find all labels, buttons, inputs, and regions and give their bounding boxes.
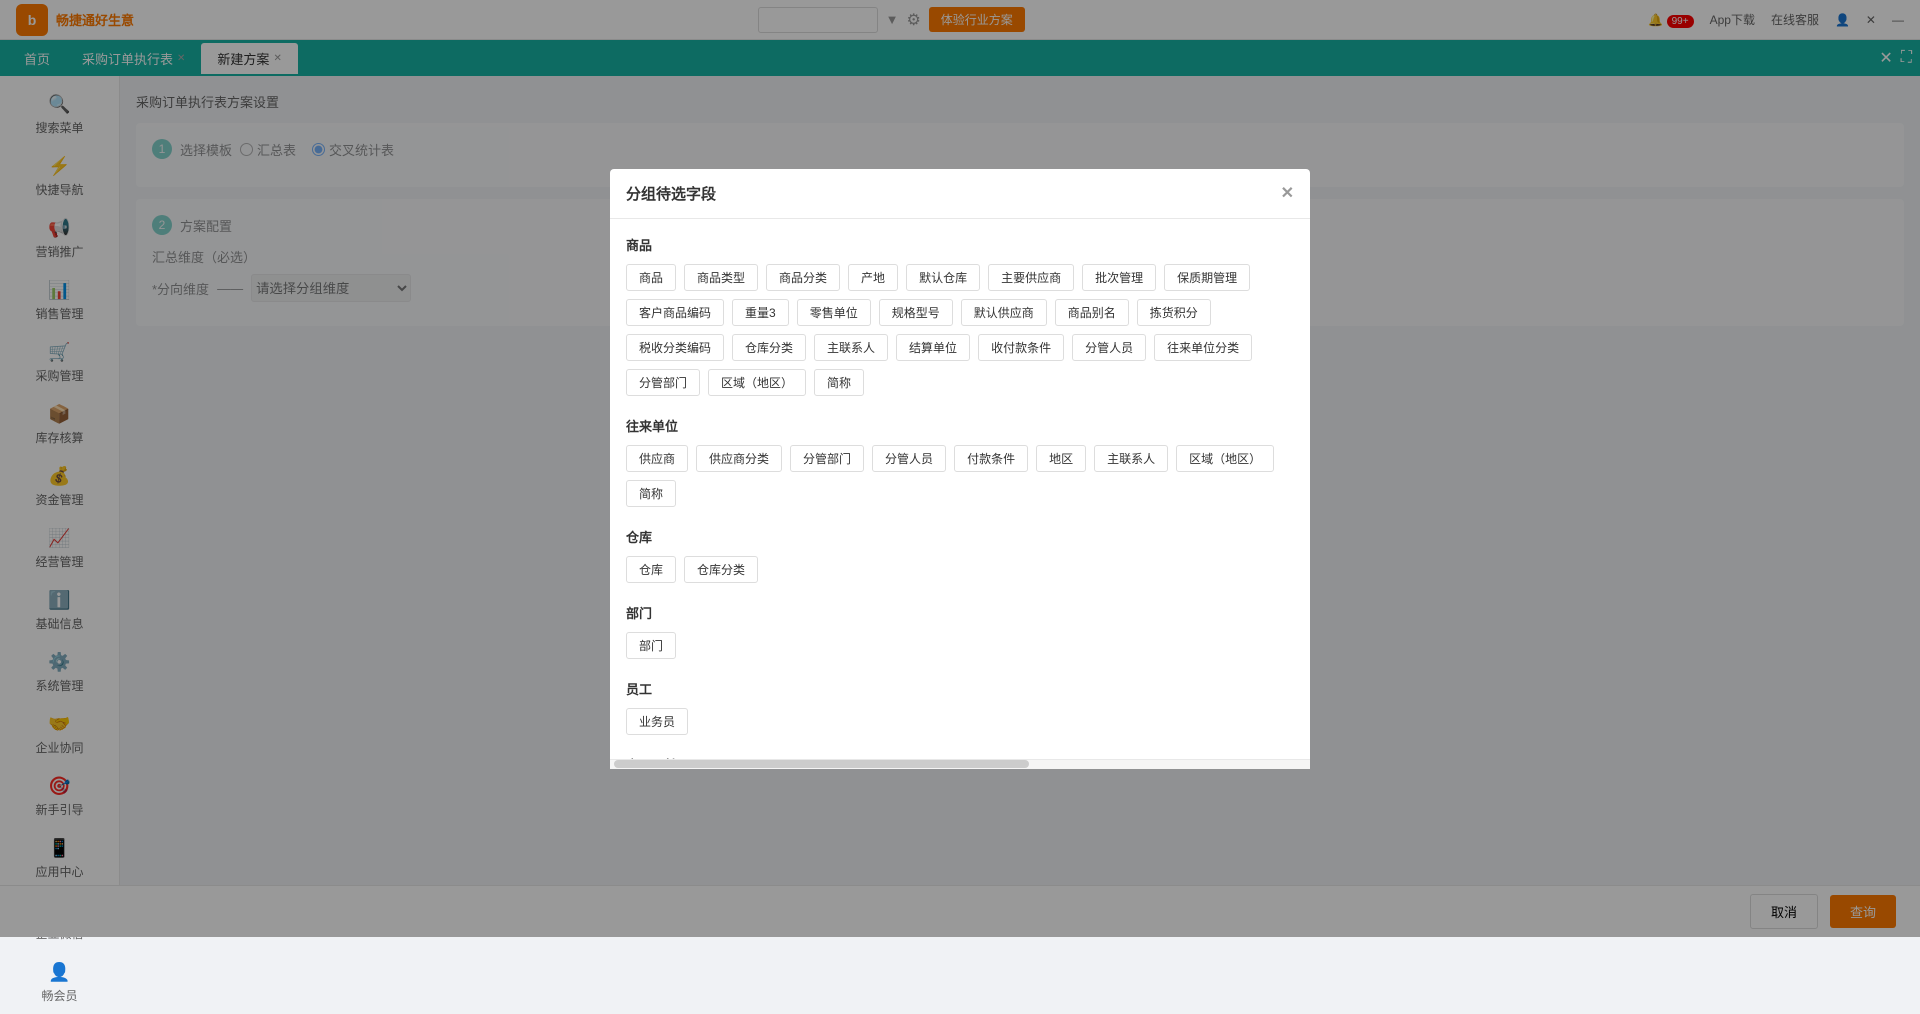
modal-close-btn[interactable]: ✕ [1281, 183, 1294, 203]
partner-chips: 供应商 供应商分类 分管部门 分管人员 付款条件 地区 主联系人 区域（地区） … [626, 445, 1294, 507]
section-goods: 商品 商品 商品类型 商品分类 产地 默认仓库 主要供应商 批次管理 保质期管理… [626, 235, 1294, 396]
member-icon: 👤 [48, 962, 70, 983]
chip-goods-22[interactable]: 分管部门 [626, 369, 700, 396]
section-staff: 员工 业务员 [626, 679, 1294, 735]
chip-goods-3[interactable]: 产地 [848, 264, 898, 291]
main-layout: 🔍 搜索菜单 ⚡ 快捷导航 📢 营销推广 📊 销售管理 🛒 采购管理 📦 库存核… [0, 76, 1920, 937]
chip-goods-9[interactable]: 重量3 [732, 299, 789, 326]
section-partner-title: 往来单位 [626, 416, 1294, 435]
section-warehouse-title: 仓库 [626, 527, 1294, 546]
warehouse-chips: 仓库 仓库分类 [626, 556, 1294, 583]
chip-goods-0[interactable]: 商品 [626, 264, 676, 291]
chip-goods-13[interactable]: 商品别名 [1055, 299, 1129, 326]
chip-goods-10[interactable]: 零售单位 [797, 299, 871, 326]
chip-goods-16[interactable]: 仓库分类 [732, 334, 806, 361]
chip-partner-2[interactable]: 分管部门 [790, 445, 864, 472]
chip-goods-19[interactable]: 收付款条件 [978, 334, 1064, 361]
sidebar-item-member[interactable]: 👤 畅会员 [0, 952, 119, 1014]
chip-goods-21[interactable]: 往来单位分类 [1154, 334, 1252, 361]
section-partner: 往来单位 供应商 供应商分类 分管部门 分管人员 付款条件 地区 主联系人 区域… [626, 416, 1294, 507]
chip-goods-18[interactable]: 结算单位 [896, 334, 970, 361]
chip-department-0[interactable]: 部门 [626, 632, 676, 659]
chip-goods-2[interactable]: 商品分类 [766, 264, 840, 291]
chip-goods-8[interactable]: 客户商品编码 [626, 299, 724, 326]
chip-staff-0[interactable]: 业务员 [626, 708, 688, 735]
section-staff-title: 员工 [626, 679, 1294, 698]
chip-partner-5[interactable]: 地区 [1036, 445, 1086, 472]
chip-goods-23[interactable]: 区域（地区） [708, 369, 806, 396]
chip-goods-4[interactable]: 默认仓库 [906, 264, 980, 291]
sidebar-item-label-member: 畅会员 [41, 987, 77, 1004]
main-content: 采购订单执行表方案设置 1 选择模板 汇总表 交叉统计表 2 方 [120, 76, 1920, 937]
chip-goods-6[interactable]: 批次管理 [1082, 264, 1156, 291]
chip-partner-3[interactable]: 分管人员 [872, 445, 946, 472]
section-department-title: 部门 [626, 603, 1294, 622]
chip-goods-15[interactable]: 税收分类编码 [626, 334, 724, 361]
section-warehouse: 仓库 仓库 仓库分类 [626, 527, 1294, 583]
section-department: 部门 部门 [626, 603, 1294, 659]
chip-warehouse-1[interactable]: 仓库分类 [684, 556, 758, 583]
section-goods-title: 商品 [626, 235, 1294, 254]
chip-goods-7[interactable]: 保质期管理 [1164, 264, 1250, 291]
modal-header: 分组待选字段 ✕ [610, 169, 1310, 219]
staff-chips: 业务员 [626, 708, 1294, 735]
chip-goods-17[interactable]: 主联系人 [814, 334, 888, 361]
chip-goods-5[interactable]: 主要供应商 [988, 264, 1074, 291]
goods-chips: 商品 商品类型 商品分类 产地 默认仓库 主要供应商 批次管理 保质期管理 客户… [626, 264, 1294, 396]
chip-goods-20[interactable]: 分管人员 [1072, 334, 1146, 361]
modal-overlay: 分组待选字段 ✕ 商品 商品 商品类型 商品分类 产地 默认仓库 主要供应商 [120, 76, 1920, 937]
chip-partner-0[interactable]: 供应商 [626, 445, 688, 472]
chip-goods-11[interactable]: 规格型号 [879, 299, 953, 326]
chip-goods-24[interactable]: 简称 [814, 369, 864, 396]
chip-partner-1[interactable]: 供应商分类 [696, 445, 782, 472]
chip-goods-14[interactable]: 拣货积分 [1137, 299, 1211, 326]
field-selection-modal: 分组待选字段 ✕ 商品 商品 商品类型 商品分类 产地 默认仓库 主要供应商 [610, 169, 1310, 769]
chip-partner-6[interactable]: 主联系人 [1094, 445, 1168, 472]
modal-title: 分组待选字段 [626, 183, 716, 204]
chip-warehouse-0[interactable]: 仓库 [626, 556, 676, 583]
hscroll-thumb [614, 760, 1029, 768]
department-chips: 部门 [626, 632, 1294, 659]
chip-partner-7[interactable]: 区域（地区） [1176, 445, 1274, 472]
chip-partner-4[interactable]: 付款条件 [954, 445, 1028, 472]
chip-partner-8[interactable]: 简称 [626, 480, 676, 507]
chip-goods-1[interactable]: 商品类型 [684, 264, 758, 291]
modal-hscroll[interactable] [610, 759, 1310, 769]
chip-goods-12[interactable]: 默认供应商 [961, 299, 1047, 326]
modal-body: 商品 商品 商品类型 商品分类 产地 默认仓库 主要供应商 批次管理 保质期管理… [610, 219, 1310, 759]
